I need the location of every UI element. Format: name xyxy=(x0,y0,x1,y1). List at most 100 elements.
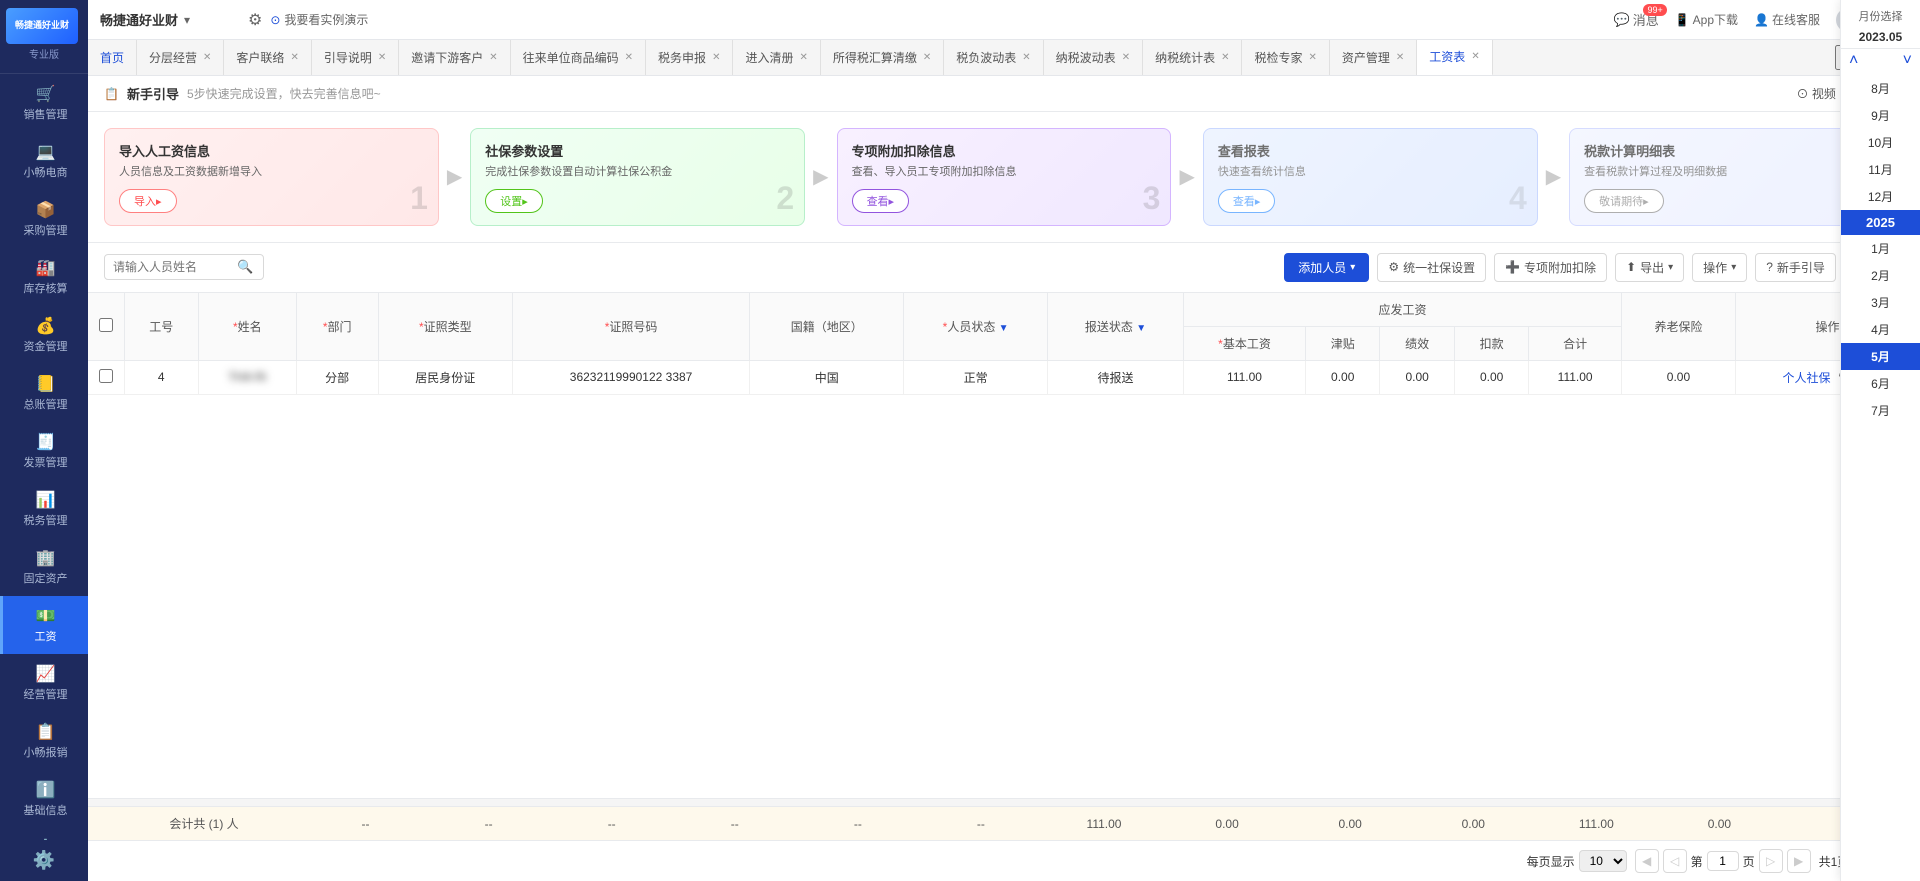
actions-btn-label: 操作 xyxy=(1703,259,1727,276)
last-page-btn[interactable]: ▶ xyxy=(1787,849,1811,873)
month-item-8[interactable]: 3月 xyxy=(1841,289,1920,316)
header-message[interactable]: 💬 消息 99+ xyxy=(1614,10,1659,29)
next-page-btn[interactable]: ▷ xyxy=(1759,849,1783,873)
tab-close-纳税波动表[interactable]: ✕ xyxy=(1122,52,1130,63)
tab-资产管理[interactable]: 资产管理✕ xyxy=(1330,40,1417,76)
row-performance-0: 0.00 xyxy=(1380,360,1454,394)
step-btn-3[interactable]: 查看▸ xyxy=(852,189,910,213)
per-page-select[interactable]: 10 20 50 xyxy=(1579,850,1627,872)
first-page-btn[interactable]: ◀ xyxy=(1635,849,1659,873)
month-item-4[interactable]: 12月 xyxy=(1841,183,1920,210)
sidebar-item-ecommerce[interactable]: 💻 小畅电商 xyxy=(0,132,88,190)
guide-btn-icon: ? xyxy=(1766,260,1773,274)
guide-video-btn[interactable]: ⊙ 视频 xyxy=(1797,85,1836,102)
social-insurance-settings-btn[interactable]: ⚙ 统一社保设置 xyxy=(1377,253,1486,282)
add-person-button[interactable]: 添加人员 ▾ xyxy=(1284,253,1369,282)
month-item-1[interactable]: 9月 xyxy=(1841,102,1920,129)
sidebar-icon-ecommerce: 💻 xyxy=(36,142,56,162)
sidebar-item-operations[interactable]: 📈 经营管理 xyxy=(0,654,88,712)
tab-close-资产管理[interactable]: ✕ xyxy=(1396,52,1404,63)
sidebar-item-capital[interactable]: 💰 资金管理 xyxy=(0,306,88,364)
export-btn[interactable]: ⬆ 导出 ▾ xyxy=(1615,253,1684,282)
month-item-9[interactable]: 4月 xyxy=(1841,316,1920,343)
month-item-3[interactable]: 11月 xyxy=(1841,156,1920,183)
tab-close-往来单位商品编码[interactable]: ✕ xyxy=(625,52,633,63)
guide-btn[interactable]: ? 新手引导 xyxy=(1755,253,1836,282)
tab-close-纳税统计表[interactable]: ✕ xyxy=(1221,52,1229,63)
select-all-checkbox[interactable] xyxy=(99,318,113,332)
tab-label: 往来单位商品编码 xyxy=(523,49,619,66)
month-item-6[interactable]: 1月 xyxy=(1841,235,1920,262)
header-app-download[interactable]: 📱 App下载 xyxy=(1675,11,1738,28)
row-allowance-0: 0.00 xyxy=(1305,360,1379,394)
month-item-10[interactable]: 5月 xyxy=(1841,343,1920,370)
page-number-input[interactable] xyxy=(1707,851,1739,871)
tab-所得税汇算清缴[interactable]: 所得税汇算清缴✕ xyxy=(821,40,944,76)
step-btn-4[interactable]: 查看▸ xyxy=(1218,189,1276,213)
step-btn-1[interactable]: 导入▸ xyxy=(119,189,177,213)
tab-进入清册[interactable]: 进入清册✕ xyxy=(733,40,820,76)
tab-label: 客户联络 xyxy=(236,49,284,66)
month-item-2[interactable]: 10月 xyxy=(1841,129,1920,156)
tab-税务申报[interactable]: 税务申报✕ xyxy=(646,40,733,76)
tab-邀请下游客户[interactable]: 邀请下游客户✕ xyxy=(399,40,510,76)
month-item-7[interactable]: 2月 xyxy=(1841,262,1920,289)
header-online-service[interactable]: 👤 在线客服 xyxy=(1754,11,1820,28)
month-item-0[interactable]: 8月 xyxy=(1841,76,1920,102)
table-scrollbar[interactable] xyxy=(88,798,1920,806)
tab-close-进入清册[interactable]: ✕ xyxy=(799,52,807,63)
sidebar-item-sales[interactable]: 🛒 销售管理 xyxy=(0,74,88,132)
tab-纳税波动表[interactable]: 纳税波动表✕ xyxy=(1044,40,1143,76)
search-icon[interactable]: 🔍 xyxy=(237,259,253,275)
tab-往来单位商品编码[interactable]: 往来单位商品编码 ✕ xyxy=(511,40,646,76)
special-deduction-btn[interactable]: ➕ 专项附加扣除 xyxy=(1494,253,1607,282)
tab-引导说明[interactable]: 引导说明✕ xyxy=(312,40,399,76)
brand-dropdown[interactable]: ▾ xyxy=(184,13,190,27)
sidebar-item-report[interactable]: 📋 小畅报销 xyxy=(0,712,88,770)
step-btn-2[interactable]: 设置▸ xyxy=(485,189,543,213)
tab-纳税统计表[interactable]: 纳税统计表✕ xyxy=(1143,40,1242,76)
tab-close-客户联络[interactable]: ✕ xyxy=(290,52,298,63)
month-item-5: 2025 xyxy=(1841,210,1920,235)
sidebar-label-salary: 工资 xyxy=(35,628,57,644)
tab-close-工资表[interactable]: ✕ xyxy=(1471,51,1479,62)
steps-container: 1 导入人工资信息 人员信息及工资数据新增导入 导入▸ ▶ 2 社保参数设置 完… xyxy=(88,112,1920,243)
tab-税检专家[interactable]: 税检专家✕ xyxy=(1242,40,1329,76)
step-title-2: 社保参数设置 xyxy=(485,141,790,160)
sidebar-item-purchase[interactable]: 📦 采购管理 xyxy=(0,190,88,248)
month-item-12[interactable]: 7月 xyxy=(1841,397,1920,424)
actions-btn[interactable]: 操作 ▾ xyxy=(1692,253,1747,282)
sidebar-item-basic[interactable]: ℹ️ 基础信息 xyxy=(0,770,88,828)
tab-close-税负波动表[interactable]: ✕ xyxy=(1022,52,1030,63)
sidebar-item-inventory[interactable]: 🏭 库存核算 xyxy=(0,248,88,306)
sidebar-item-salary[interactable]: 💵 工资 xyxy=(0,596,88,654)
sidebar-item-ledger[interactable]: 📒 总账管理 xyxy=(0,364,88,422)
search-input[interactable] xyxy=(113,260,233,274)
footer-allowance-total: 0.00 xyxy=(1166,817,1289,831)
tab-close-邀请下游客户[interactable]: ✕ xyxy=(489,52,497,63)
month-item-11[interactable]: 6月 xyxy=(1841,370,1920,397)
tab-close-税检专家[interactable]: ✕ xyxy=(1309,52,1317,63)
prev-page-btn[interactable]: ◁ xyxy=(1663,849,1687,873)
sidebar-item-system[interactable]: ⚙️ 系统管理 xyxy=(0,828,88,840)
tab-工资表[interactable]: 工资表✕ xyxy=(1417,40,1492,76)
sidebar-footer: ⚙️ xyxy=(0,840,88,881)
tab-close-所得税汇算清缴[interactable]: ✕ xyxy=(923,52,931,63)
sidebar-item-assets[interactable]: 🏢 固定资产 xyxy=(0,538,88,596)
tab-close-引导说明[interactable]: ✕ xyxy=(378,52,386,63)
header-settings-icon[interactable]: ⚙ xyxy=(248,10,262,30)
sidebar-item-tax[interactable]: 📊 税务管理 xyxy=(0,480,88,538)
tab-分层经营[interactable]: 分层经营✕ xyxy=(137,40,224,76)
tab-首页[interactable]: 首页 xyxy=(88,40,137,76)
sidebar-label-capital: 资金管理 xyxy=(24,338,68,354)
tab-close-分层经营[interactable]: ✕ xyxy=(203,52,211,63)
step-btn-5[interactable]: 敬请期待▸ xyxy=(1584,189,1664,213)
sidebar-item-invoice[interactable]: 🧾 发票管理 xyxy=(0,422,88,480)
row-action-link-0[interactable]: 个人社保 xyxy=(1782,371,1830,385)
tab-close-税务申报[interactable]: ✕ xyxy=(712,52,720,63)
row-select-0[interactable] xyxy=(99,369,113,383)
tab-税负波动表[interactable]: 税负波动表✕ xyxy=(944,40,1043,76)
header-demo[interactable]: ⊙ 我要看实例演示 xyxy=(270,11,368,28)
settings-icon[interactable]: ⚙️ xyxy=(33,850,55,871)
tab-客户联络[interactable]: 客户联络 ✕ xyxy=(224,40,311,76)
